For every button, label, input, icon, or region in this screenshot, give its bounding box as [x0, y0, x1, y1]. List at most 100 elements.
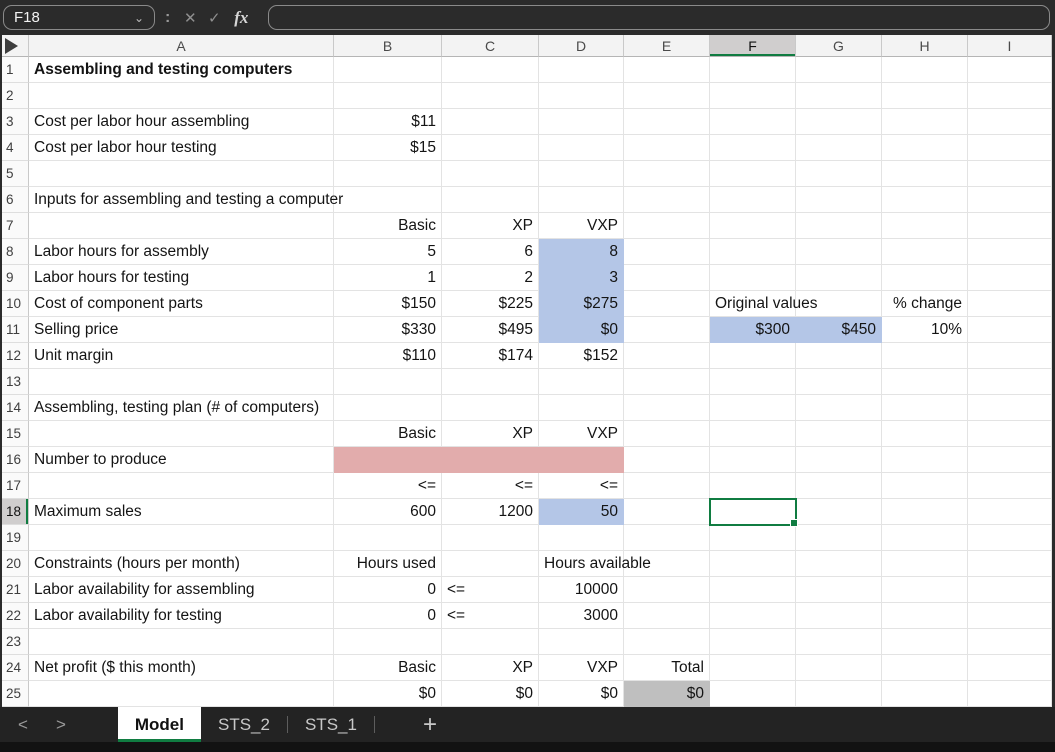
- cell-F25[interactable]: [710, 681, 796, 707]
- cell-E24[interactable]: Total: [624, 655, 710, 681]
- cell-B20[interactable]: Hours used: [334, 551, 442, 577]
- cell-G24[interactable]: [796, 655, 882, 681]
- cell-A10[interactable]: Cost of component parts: [29, 291, 334, 317]
- cell-H11[interactable]: 10%: [882, 317, 968, 343]
- cell-I21[interactable]: [968, 577, 1052, 603]
- cell-F1[interactable]: [710, 57, 796, 83]
- row-header-6[interactable]: 6: [2, 187, 29, 213]
- cell-C8[interactable]: 6: [442, 239, 539, 265]
- cell-D8[interactable]: 8: [539, 239, 624, 265]
- cell-F19[interactable]: [710, 525, 796, 551]
- cell-H15[interactable]: [882, 421, 968, 447]
- cell-A19[interactable]: [29, 525, 334, 551]
- cell-C11[interactable]: $495: [442, 317, 539, 343]
- cell-G6[interactable]: [796, 187, 882, 213]
- cell-B12[interactable]: $110: [334, 343, 442, 369]
- cell-C23[interactable]: [442, 629, 539, 655]
- cell-B2[interactable]: [334, 83, 442, 109]
- cell-C17[interactable]: <=: [442, 473, 539, 499]
- cell-F18[interactable]: [710, 499, 796, 525]
- cell-I10[interactable]: [968, 291, 1052, 317]
- cell-G2[interactable]: [796, 83, 882, 109]
- row-header-2[interactable]: 2: [2, 83, 29, 109]
- cell-C2[interactable]: [442, 83, 539, 109]
- cell-E10[interactable]: [624, 291, 710, 317]
- cell-F14[interactable]: [710, 395, 796, 421]
- cell-F17[interactable]: [710, 473, 796, 499]
- cell-E6[interactable]: [624, 187, 710, 213]
- cell-E23[interactable]: [624, 629, 710, 655]
- row-header-22[interactable]: 22: [2, 603, 29, 629]
- cell-G18[interactable]: [796, 499, 882, 525]
- cell-C4[interactable]: [442, 135, 539, 161]
- sheet-nav-forward-icon[interactable]: >: [56, 715, 66, 735]
- cell-A16[interactable]: Number to produce: [29, 447, 334, 473]
- cell-D10[interactable]: $275: [539, 291, 624, 317]
- cell-G20[interactable]: [796, 551, 882, 577]
- cell-H9[interactable]: [882, 265, 968, 291]
- cell-C20[interactable]: [442, 551, 539, 577]
- row-header-18[interactable]: 18: [2, 499, 29, 525]
- row-header-10[interactable]: 10: [2, 291, 29, 317]
- cell-I9[interactable]: [968, 265, 1052, 291]
- cell-D9[interactable]: 3: [539, 265, 624, 291]
- cell-A4[interactable]: Cost per labor hour testing: [29, 135, 334, 161]
- cell-C16[interactable]: [442, 447, 539, 473]
- row-header-24[interactable]: 24: [2, 655, 29, 681]
- row-header-4[interactable]: 4: [2, 135, 29, 161]
- cell-F15[interactable]: [710, 421, 796, 447]
- cell-G4[interactable]: [796, 135, 882, 161]
- cell-F23[interactable]: [710, 629, 796, 655]
- cell-D20[interactable]: Hours available: [539, 551, 624, 577]
- cell-D23[interactable]: [539, 629, 624, 655]
- cell-H6[interactable]: [882, 187, 968, 213]
- cell-C21[interactable]: <=: [442, 577, 539, 603]
- cell-H20[interactable]: [882, 551, 968, 577]
- cell-G7[interactable]: [796, 213, 882, 239]
- cell-F2[interactable]: [710, 83, 796, 109]
- cell-B19[interactable]: [334, 525, 442, 551]
- row-header-1[interactable]: 1: [2, 57, 29, 83]
- cell-G16[interactable]: [796, 447, 882, 473]
- cell-E14[interactable]: [624, 395, 710, 421]
- name-box[interactable]: F18 ⌄: [3, 5, 155, 30]
- cell-A7[interactable]: [29, 213, 334, 239]
- cell-A21[interactable]: Labor availability for assembling: [29, 577, 334, 603]
- cell-E2[interactable]: [624, 83, 710, 109]
- cell-A11[interactable]: Selling price: [29, 317, 334, 343]
- cell-E7[interactable]: [624, 213, 710, 239]
- cell-E16[interactable]: [624, 447, 710, 473]
- cell-D24[interactable]: VXP: [539, 655, 624, 681]
- row-header-17[interactable]: 17: [2, 473, 29, 499]
- cell-D5[interactable]: [539, 161, 624, 187]
- cell-H23[interactable]: [882, 629, 968, 655]
- cell-F10[interactable]: Original values: [710, 291, 796, 317]
- cell-G22[interactable]: [796, 603, 882, 629]
- cell-E22[interactable]: [624, 603, 710, 629]
- cell-G25[interactable]: [796, 681, 882, 707]
- sheet-tab-sts-1[interactable]: STS_1: [288, 707, 374, 742]
- cell-B21[interactable]: 0: [334, 577, 442, 603]
- cell-C19[interactable]: [442, 525, 539, 551]
- cell-F11[interactable]: $300: [710, 317, 796, 343]
- cell-I20[interactable]: [968, 551, 1052, 577]
- cell-I5[interactable]: [968, 161, 1052, 187]
- sheet-tab-sts-2[interactable]: STS_2: [201, 707, 287, 742]
- cell-B3[interactable]: $11: [334, 109, 442, 135]
- cell-F24[interactable]: [710, 655, 796, 681]
- cell-B11[interactable]: $330: [334, 317, 442, 343]
- cell-A23[interactable]: [29, 629, 334, 655]
- sheet-nav-back-icon[interactable]: <: [18, 715, 28, 735]
- cell-A12[interactable]: Unit margin: [29, 343, 334, 369]
- cell-F12[interactable]: [710, 343, 796, 369]
- cell-G17[interactable]: [796, 473, 882, 499]
- column-header-E[interactable]: E: [624, 35, 710, 57]
- cell-G1[interactable]: [796, 57, 882, 83]
- column-header-G[interactable]: G: [796, 35, 882, 57]
- cell-C22[interactable]: <=: [442, 603, 539, 629]
- cell-F22[interactable]: [710, 603, 796, 629]
- column-header-H[interactable]: H: [882, 35, 968, 57]
- cell-E21[interactable]: [624, 577, 710, 603]
- column-header-F[interactable]: F: [710, 35, 796, 57]
- cell-B16[interactable]: [334, 447, 442, 473]
